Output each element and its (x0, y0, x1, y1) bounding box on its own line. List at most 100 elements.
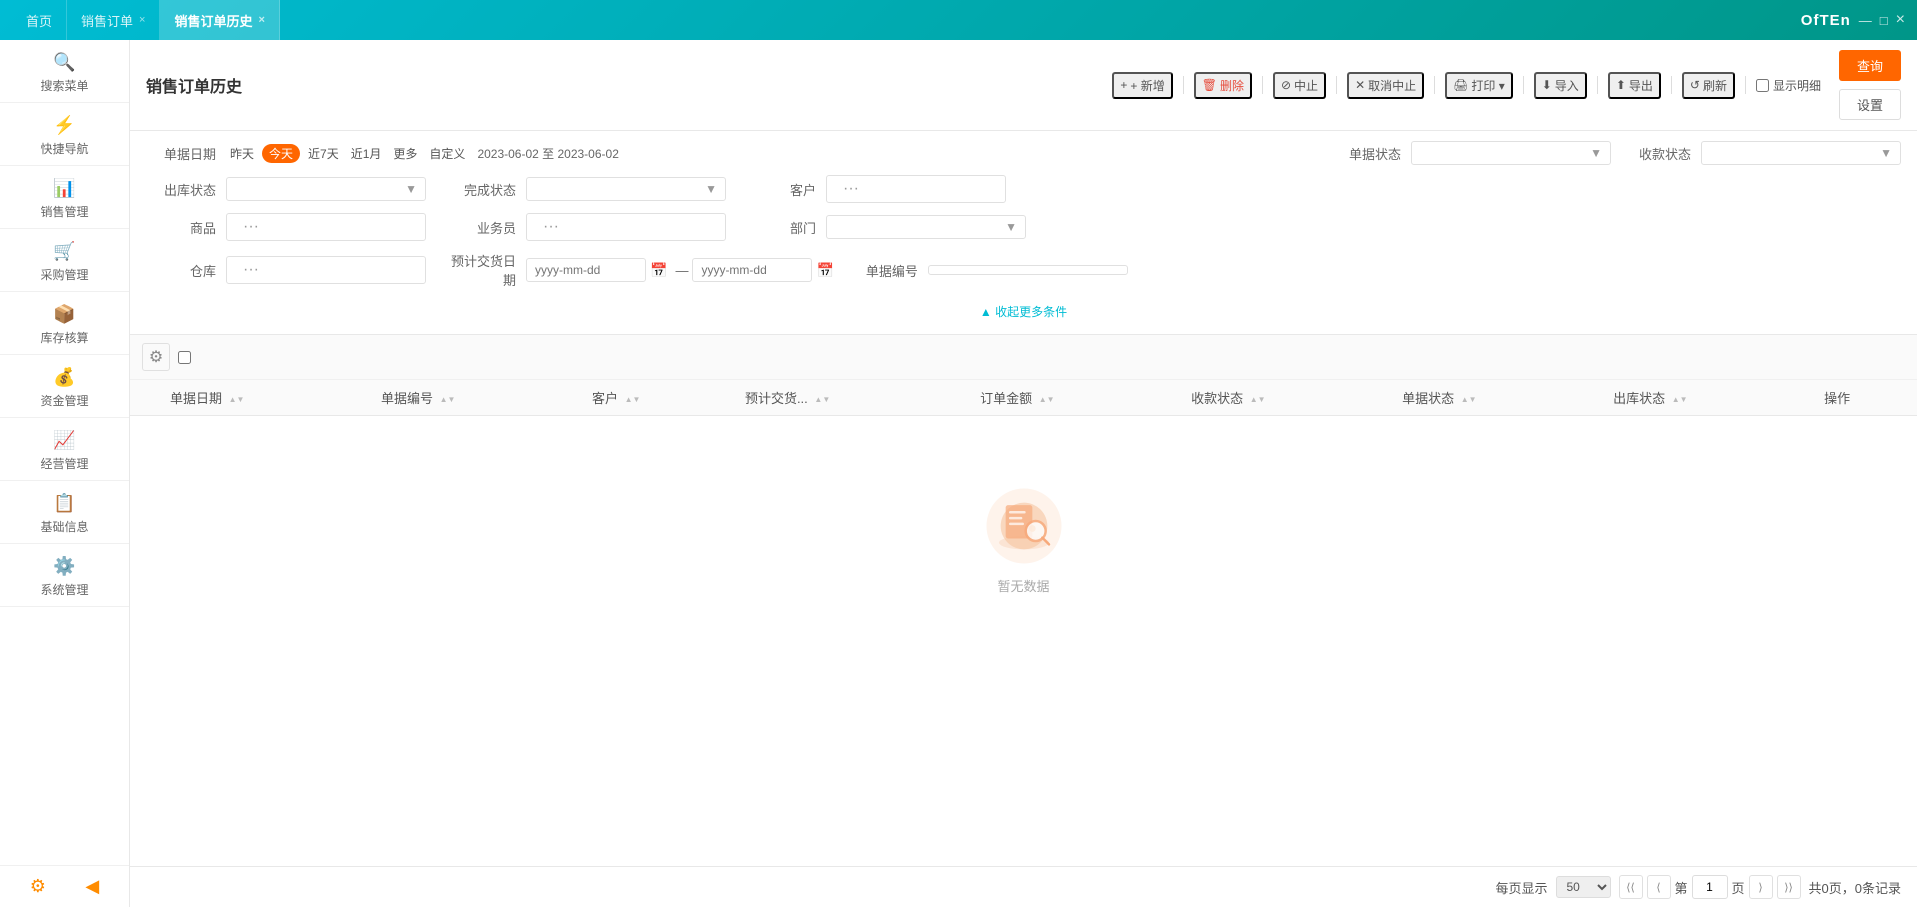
col-outbound-status[interactable]: 出库状态 ▲▼ (1603, 380, 1814, 416)
divider-4 (1434, 76, 1435, 94)
first-page-btn[interactable]: ⟨⟨ (1619, 875, 1643, 899)
sidebar-label-basic-info: 基础信息 (40, 518, 88, 535)
page-number-input[interactable] (1692, 875, 1728, 899)
product-dots[interactable]: ··· (243, 218, 259, 236)
warehouse-dots[interactable]: ··· (243, 261, 259, 279)
sort-bill-icon: ▲▼ (1461, 395, 1477, 404)
select-all-checkbox[interactable] (178, 351, 191, 364)
shortcut-custom[interactable]: 自定义 (425, 144, 469, 163)
export-icon: ⬆ (1616, 78, 1626, 92)
sidebar-item-basic-info[interactable]: 📋 基础信息 (0, 481, 129, 544)
sidebar-item-purchase-mgmt[interactable]: 🛒 采购管理 (0, 229, 129, 292)
page-size-select[interactable]: 50 100 200 (1556, 876, 1611, 898)
sidebar-item-search-menu[interactable]: 🔍 搜索菜单 (0, 40, 129, 103)
col-date[interactable]: 单据日期 ▲▼ (160, 380, 371, 416)
sort-date-icon: ▲▼ (229, 395, 245, 404)
next-page-btn[interactable]: ⟩ (1749, 875, 1773, 899)
complete-status-label: 完成状态 (446, 180, 526, 199)
sidebar-item-system-mgmt[interactable]: ⚙️ 系统管理 (0, 544, 129, 607)
total-info: 共0页，0条记录 (1809, 878, 1901, 897)
bill-number-input[interactable] (928, 265, 1128, 275)
col-number[interactable]: 单据编号 ▲▼ (371, 380, 582, 416)
sidebar-item-quick-nav[interactable]: ⚡ 快捷导航 (0, 103, 129, 166)
complete-status-select[interactable]: ▼ (526, 177, 726, 201)
empty-state: 暂无数据 (130, 416, 1917, 655)
search-menu-icon: 🔍 (53, 52, 75, 73)
col-actions: 操作 (1814, 380, 1917, 416)
delivery-date-from[interactable] (526, 258, 646, 282)
page-size-label: 每页显示 (1495, 878, 1547, 897)
quick-nav-icon: ⚡ (53, 115, 75, 136)
print-icon: 🖨 (1453, 78, 1468, 92)
delete-icon: 🗑 (1202, 78, 1217, 92)
col-customer[interactable]: 客户 ▲▼ (582, 380, 735, 416)
new-button[interactable]: + + 新增 (1112, 72, 1172, 99)
sidebar-collapse-icon[interactable]: ◀ (85, 876, 99, 897)
sidebar-item-finance-mgmt[interactable]: 💰 资金管理 (0, 355, 129, 418)
col-payment-status[interactable]: 收款状态 ▲▼ (1181, 380, 1392, 416)
sidebar-item-stock-accounting[interactable]: 📦 库存核算 (0, 292, 129, 355)
filter-row-warehouse: 仓库 ··· 预计交货日期 📅 — 📅 单据编号 (146, 251, 1901, 289)
col-amount[interactable]: 订单金额 ▲▼ (970, 380, 1181, 416)
date-to-icon[interactable]: 📅 (816, 262, 833, 279)
shortcut-yesterday[interactable]: 昨天 (226, 144, 258, 163)
import-button[interactable]: ⬇ 导入 (1534, 72, 1587, 99)
last-page-btn[interactable]: ⟩⟩ (1777, 875, 1801, 899)
sort-delivery-icon: ▲▼ (814, 395, 830, 404)
refresh-button[interactable]: ↺ 刷新 (1682, 72, 1735, 99)
salesperson-select[interactable]: ··· (526, 213, 726, 241)
date-shortcuts: 昨天 今天 近7天 近1月 更多 自定义 (226, 144, 469, 163)
page-title: 销售订单历史 (146, 73, 242, 97)
main-layout: 🔍 搜索菜单 ⚡ 快捷导航 📊 销售管理 🛒 采购管理 📦 库存核算 💰 资金管… (0, 40, 1917, 907)
divider-5 (1523, 76, 1524, 94)
bill-status-select[interactable]: ▼ (1411, 141, 1611, 165)
bill-status-arrow: ▼ (1590, 146, 1602, 160)
col-delivery[interactable]: 预计交货... ▲▼ (735, 380, 970, 416)
department-select[interactable]: ▼ (826, 215, 1026, 239)
shortcut-last7days[interactable]: 近7天 (304, 144, 343, 163)
sidebar-item-operations-mgmt[interactable]: 📈 经营管理 (0, 418, 129, 481)
shortcut-today[interactable]: 今天 (262, 144, 300, 163)
setting-button[interactable]: 设置 (1839, 89, 1901, 120)
cancel-stop-button[interactable]: ✕ 取消中止 (1347, 72, 1424, 99)
shortcut-more[interactable]: 更多 (389, 144, 421, 163)
sidebar-settings-icon[interactable]: ⚙ (30, 876, 46, 897)
query-button[interactable]: 查询 (1839, 50, 1901, 81)
table-settings-icon[interactable]: ⚙ (142, 343, 170, 371)
tab-sales-order[interactable]: 销售订单 × (67, 0, 160, 40)
salesperson-dots[interactable]: ··· (543, 218, 559, 236)
sidebar-item-sales-mgmt[interactable]: 📊 销售管理 (0, 166, 129, 229)
export-button[interactable]: ⬆ 导出 (1608, 72, 1661, 99)
sidebar-label-system-mgmt: 系统管理 (40, 581, 88, 598)
collapse-bar[interactable]: ▲ 收起更多条件 (146, 299, 1901, 324)
print-button[interactable]: 🖨 打印 ▾ (1445, 72, 1513, 99)
complete-status-arrow: ▼ (705, 182, 717, 196)
payment-status-select[interactable]: ▼ (1701, 141, 1901, 165)
tab-close-sales-order[interactable]: × (139, 14, 145, 26)
window-max-btn[interactable]: □ (1880, 13, 1888, 28)
window-close-btn[interactable]: × (1896, 11, 1905, 29)
window-min-btn[interactable]: — (1859, 13, 1872, 28)
col-bill-status[interactable]: 单据状态 ▲▼ (1392, 380, 1603, 416)
stop-button[interactable]: ⊘ 中止 (1273, 72, 1326, 99)
sort-payment-icon: ▲▼ (1250, 395, 1266, 404)
delivery-date-to[interactable] (692, 258, 812, 282)
shortcut-last1month[interactable]: 近1月 (347, 144, 386, 163)
delivery-date-label: 预计交货日期 (446, 251, 526, 289)
date-filter-label: 单据日期 (146, 144, 226, 163)
warehouse-select[interactable]: ··· (226, 256, 426, 284)
tab-sales-order-history[interactable]: 销售订单历史 × (160, 0, 279, 40)
tab-close-history[interactable]: × (258, 14, 264, 26)
tab-home[interactable]: 首页 (12, 0, 67, 40)
outbound-status-select[interactable]: ▼ (226, 177, 426, 201)
customer-select[interactable]: ··· (826, 175, 1006, 203)
prev-page-btn[interactable]: ⟨ (1647, 875, 1671, 899)
show-detail-checkbox[interactable] (1756, 79, 1769, 92)
payment-status-arrow: ▼ (1880, 146, 1892, 160)
date-from-icon[interactable]: 📅 (650, 262, 667, 279)
divider-6 (1597, 76, 1598, 94)
content-area: 销售订单历史 + + 新增 🗑 删除 ⊘ 中止 ✕ (130, 40, 1917, 907)
product-select[interactable]: ··· (226, 213, 426, 241)
customer-dots[interactable]: ··· (843, 180, 859, 198)
delete-button[interactable]: 🗑 删除 (1194, 72, 1252, 99)
